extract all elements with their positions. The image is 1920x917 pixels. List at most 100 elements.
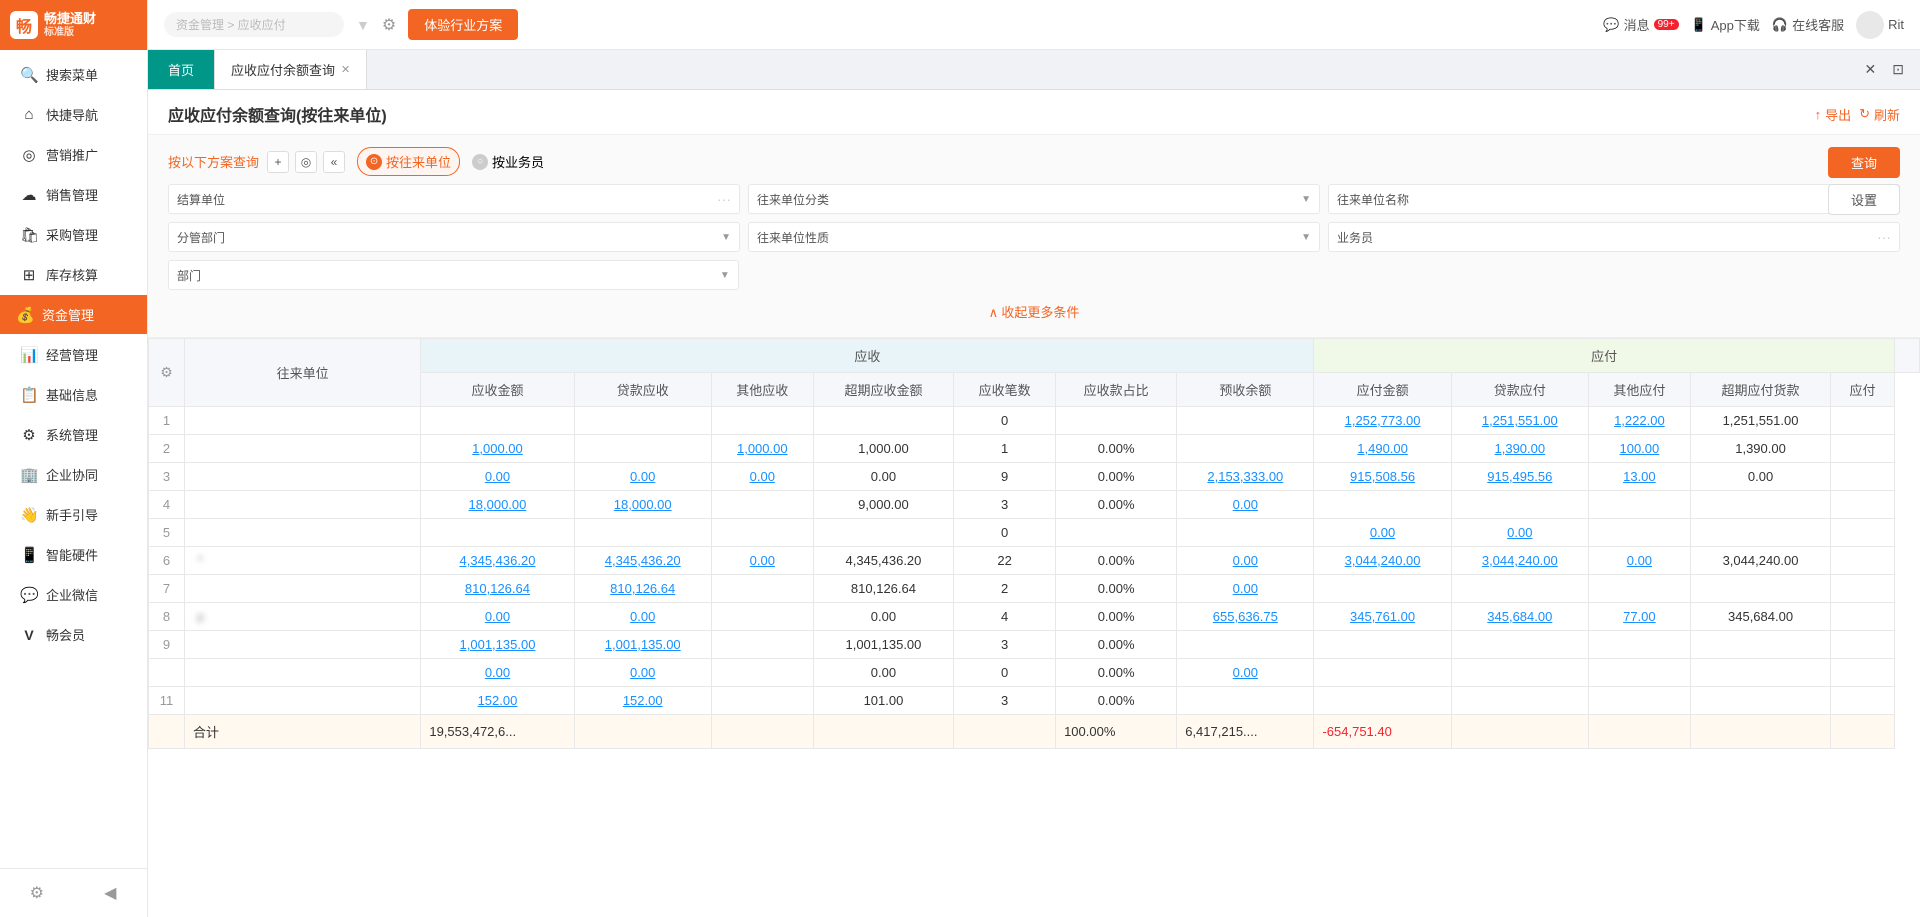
ar-amount-cell[interactable]: 810,126.64 [421, 575, 574, 603]
edit-scheme-btn[interactable]: ◎ [295, 151, 317, 173]
advance-balance-cell[interactable]: 0.00 [1177, 659, 1314, 687]
sidebar-item-sales[interactable]: ☁ 销售管理 [4, 175, 143, 214]
ar-other-cell[interactable] [711, 603, 813, 631]
partner-nature-input[interactable] [837, 230, 1301, 244]
ar-loan-cell[interactable]: 18,000.00 [574, 491, 711, 519]
ar-amount-cell[interactable]: 152.00 [421, 687, 574, 715]
sidebar-item-newbie[interactable]: 👋 新手引导 [4, 495, 143, 534]
sidebar-item-hardware[interactable]: 📱 智能硬件 [4, 535, 143, 574]
sidebar-item-system[interactable]: ⚙ 系统管理 [4, 415, 143, 454]
footer-ar-amount[interactable]: 19,553,472,6... [421, 715, 574, 749]
filter-option-by-partner[interactable]: ⊙ 按往来单位 [357, 147, 460, 176]
ap-loan-cell[interactable]: 0.00 [1451, 519, 1588, 547]
collapse-bar[interactable]: ∧ 收起更多条件 [168, 298, 1900, 325]
ap-other-cell[interactable] [1588, 519, 1690, 547]
ar-other-cell[interactable] [711, 491, 813, 519]
online-service-btn[interactable]: 🎧 在线客服 [1772, 15, 1844, 34]
ap-other-cell[interactable] [1588, 631, 1690, 659]
dept-input[interactable] [233, 230, 721, 244]
tab-close-window-btn[interactable]: ✕ [1861, 57, 1881, 82]
sidebar-item-purchase[interactable]: 🛍 采购管理 [4, 215, 143, 254]
ar-amount-cell[interactable]: 0.00 [421, 463, 574, 491]
ar-amount-cell[interactable]: 0.00 [421, 603, 574, 631]
ar-loan-cell[interactable]: 810,126.64 [574, 575, 711, 603]
ap-loan-cell[interactable] [1451, 631, 1588, 659]
sidebar-item-marketing[interactable]: ◎ 营销推广 [4, 135, 143, 174]
topbar-settings-icon[interactable]: ⚙ [382, 15, 396, 35]
ar-loan-cell[interactable]: 0.00 [574, 659, 711, 687]
sidebar-item-enterprise[interactable]: 🏢 企业协同 [4, 455, 143, 494]
ar-amount-cell[interactable]: 0.00 [421, 659, 574, 687]
query-button[interactable]: 查询 [1828, 147, 1900, 178]
ap-loan-cell[interactable]: 3,044,240.00 [1451, 547, 1588, 575]
ap-other-cell[interactable]: 100.00 [1588, 435, 1690, 463]
advance-balance-cell[interactable]: 0.00 [1177, 575, 1314, 603]
settings-button[interactable]: 设置 [1828, 184, 1900, 215]
sidebar-item-member[interactable]: V 畅会员 [4, 615, 143, 654]
sidebar-item-finance[interactable]: 💰 资金管理 [0, 295, 147, 334]
advance-balance-cell[interactable] [1177, 435, 1314, 463]
ap-amount-cell[interactable]: 1,252,773.00 [1314, 407, 1451, 435]
ar-amount-cell[interactable]: 18,000.00 [421, 491, 574, 519]
settlement-unit-input[interactable] [233, 192, 717, 206]
ap-loan-cell[interactable]: 1,251,551.00 [1451, 407, 1588, 435]
ap-other-cell[interactable] [1588, 491, 1690, 519]
ap-loan-cell[interactable]: 915,495.56 [1451, 463, 1588, 491]
advance-balance-cell[interactable]: 0.00 [1177, 491, 1314, 519]
ar-loan-cell[interactable] [574, 519, 711, 547]
ap-amount-cell[interactable] [1314, 687, 1451, 715]
ar-loan-cell[interactable]: 152.00 [574, 687, 711, 715]
ar-other-cell[interactable] [711, 631, 813, 659]
ar-other-cell[interactable] [711, 407, 813, 435]
tab-home[interactable]: 首页 [148, 50, 215, 89]
ar-amount-cell[interactable]: 1,000.00 [421, 435, 574, 463]
ap-amount-cell[interactable]: 915,508.56 [1314, 463, 1451, 491]
ap-amount-cell[interactable] [1314, 575, 1451, 603]
advance-balance-cell[interactable]: 2,153,333.00 [1177, 463, 1314, 491]
advance-balance-cell[interactable] [1177, 519, 1314, 547]
advance-balance-cell[interactable] [1177, 631, 1314, 659]
user-area[interactable]: Rit [1856, 11, 1904, 39]
salesman-input[interactable] [1381, 230, 1877, 244]
tab-close-icon[interactable]: ✕ [341, 63, 350, 76]
sidebar-item-inventory[interactable]: ⊞ 库存核算 [4, 255, 143, 294]
partner-category-input[interactable] [837, 192, 1301, 206]
ar-loan-cell[interactable] [574, 435, 711, 463]
add-scheme-btn[interactable]: + [267, 151, 289, 173]
ap-amount-cell[interactable]: 345,761.00 [1314, 603, 1451, 631]
topbar-dropdown-icon[interactable]: ▼ [356, 17, 370, 33]
dept2-dropdown-icon[interactable]: ▼ [720, 270, 730, 281]
partner-category-dropdown-icon[interactable]: ▼ [1301, 194, 1311, 205]
ap-other-cell[interactable]: 0.00 [1588, 547, 1690, 575]
ap-other-cell[interactable]: 77.00 [1588, 603, 1690, 631]
ap-other-cell[interactable] [1588, 575, 1690, 603]
advance-balance-cell[interactable] [1177, 407, 1314, 435]
ap-other-cell[interactable] [1588, 687, 1690, 715]
ap-loan-cell[interactable] [1451, 491, 1588, 519]
ap-amount-cell[interactable] [1314, 631, 1451, 659]
salesman-dots-icon[interactable]: ··· [1877, 229, 1891, 245]
ap-amount-cell[interactable] [1314, 491, 1451, 519]
sidebar-item-operation[interactable]: 📊 经营管理 [4, 335, 143, 374]
advance-balance-cell[interactable]: 655,636.75 [1177, 603, 1314, 631]
ar-loan-cell[interactable]: 1,001,135.00 [574, 631, 711, 659]
refresh-btn[interactable]: ↻ 刷新 [1859, 105, 1900, 124]
app-download-btn[interactable]: 📱 App下载 [1691, 15, 1760, 34]
export-btn[interactable]: ↑ 导出 [1815, 105, 1852, 124]
ar-other-cell[interactable] [711, 687, 813, 715]
settings-bottom-btn[interactable]: ⚙ [19, 877, 55, 909]
settlement-dots-icon[interactable]: ··· [717, 191, 731, 207]
ap-amount-cell[interactable]: 3,044,240.00 [1314, 547, 1451, 575]
tab-maximize-btn[interactable]: ⊡ [1888, 57, 1908, 82]
ap-amount-cell[interactable] [1314, 659, 1451, 687]
ap-other-cell[interactable] [1588, 659, 1690, 687]
message-btn[interactable]: 💬 消息 99+ [1603, 15, 1678, 34]
more-scheme-btn[interactable]: « [323, 151, 345, 173]
sidebar-item-search[interactable]: 🔍 搜索菜单 [4, 55, 143, 94]
ar-amount-cell[interactable]: 4,345,436.20 [421, 547, 574, 575]
ar-amount-cell[interactable]: 1,001,135.00 [421, 631, 574, 659]
ar-loan-cell[interactable]: 4,345,436.20 [574, 547, 711, 575]
ar-other-cell[interactable]: 0.00 [711, 547, 813, 575]
ar-other-cell[interactable] [711, 519, 813, 547]
ap-loan-cell[interactable] [1451, 687, 1588, 715]
